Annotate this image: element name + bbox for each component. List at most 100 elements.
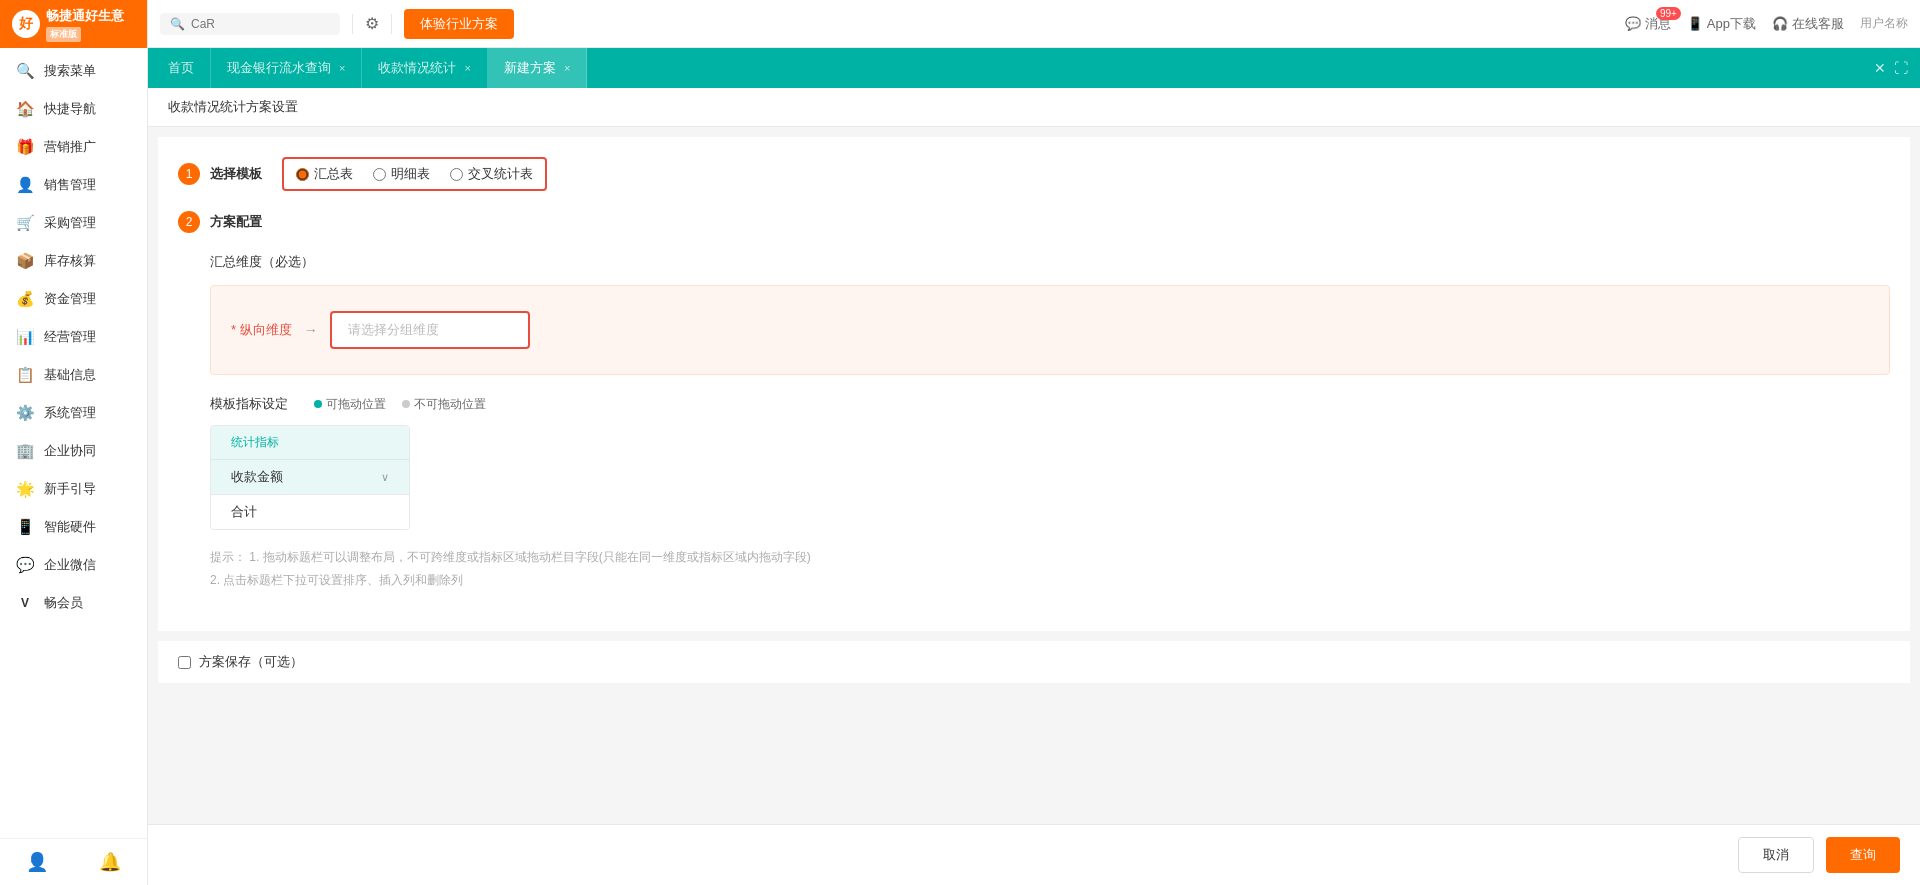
- page-title: 收款情况统计方案设置: [168, 99, 298, 114]
- save-label: 方案保存（可选）: [199, 653, 303, 671]
- edition-badge: 标准版: [46, 27, 81, 42]
- settings-icon[interactable]: ⚙: [365, 14, 379, 33]
- radio-detail-input[interactable]: [373, 168, 386, 181]
- tab-new-plan[interactable]: 新建方案 ×: [488, 48, 587, 88]
- sidebar-bottom-user[interactable]: 👤: [22, 847, 52, 877]
- dimension-section: 汇总维度（必选） * 纵向维度 → 请选择分组维度 模板指标设定: [178, 253, 1890, 611]
- search-box[interactable]: 🔍: [160, 13, 340, 35]
- indicators-section: 模板指标设定 可拖动位置 不可拖动位置 统计指标: [210, 395, 1890, 533]
- config-section: 汇总维度（必选） * 纵向维度 → 请选择分组维度 模板指标设定: [178, 253, 1890, 611]
- tabs-right: ✕ ⛶: [1862, 48, 1920, 88]
- sidebar-item-hardware[interactable]: 📱 智能硬件: [0, 508, 147, 546]
- sidebar-item-system[interactable]: ⚙️ 系统管理: [0, 394, 147, 432]
- query-button[interactable]: 查询: [1826, 837, 1900, 873]
- arrow-icon: →: [304, 322, 318, 338]
- radio-detail[interactable]: 明细表: [373, 165, 430, 183]
- sidebar-item-inventory[interactable]: 📦 库存核算: [0, 242, 147, 280]
- app-download-btn[interactable]: 📱 App下载: [1687, 15, 1756, 33]
- sidebar: 好 畅捷通好生意 标准版 🔍 搜索菜单 🏠 快捷导航 🎁 营销推广 👤 销售管理…: [0, 0, 148, 885]
- step1-label: 选择模板: [210, 165, 262, 183]
- notify-icon: 🔔: [99, 851, 121, 873]
- tips-section: 提示： 1. 拖动标题栏可以调整布局，不可跨维度或指标区域拖动栏目字段(只能在同…: [210, 533, 1890, 611]
- step1-number: 1: [178, 163, 200, 185]
- message-badge[interactable]: 💬 消息 99+: [1625, 15, 1671, 33]
- radio-cross-input[interactable]: [450, 168, 463, 181]
- sidebar-item-label: 营销推广: [44, 138, 96, 156]
- sidebar-item-marketing[interactable]: 🎁 营销推广: [0, 128, 147, 166]
- dimension-title: 汇总维度（必选）: [210, 253, 314, 271]
- sidebar-item-enterprise[interactable]: 🏢 企业协同: [0, 432, 147, 470]
- tab-home[interactable]: 首页: [148, 48, 211, 88]
- sidebar-logo: 好 畅捷通好生意 标准版: [0, 0, 147, 48]
- enterprise-icon: 🏢: [16, 442, 34, 460]
- draggable-legend: 可拖动位置: [314, 396, 386, 413]
- sidebar-item-search-menu[interactable]: 🔍 搜索菜单: [0, 52, 147, 90]
- sidebar-item-label: 资金管理: [44, 290, 96, 308]
- sidebar-item-label: 库存核算: [44, 252, 96, 270]
- industry-btn[interactable]: 体验行业方案: [404, 9, 514, 39]
- sidebar-item-purchase[interactable]: 🛒 采购管理: [0, 204, 147, 242]
- hardware-icon: 📱: [16, 518, 34, 536]
- tab-receipt-stat-label: 收款情况统计: [378, 59, 456, 77]
- form-section: 1 选择模板 汇总表 明细表 交叉统计表: [158, 137, 1910, 631]
- home-icon: 🏠: [16, 100, 34, 118]
- operations-icon: 📊: [16, 328, 34, 346]
- tip-line-1: 提示： 1. 拖动标题栏可以调整布局，不可跨维度或指标区域拖动栏目字段(只能在同…: [210, 549, 1890, 566]
- indicators-grid-header: 统计指标: [211, 426, 409, 459]
- tab-bank-flow[interactable]: 现金银行流水查询 ×: [211, 48, 362, 88]
- radio-cross-label: 交叉统计表: [468, 165, 533, 183]
- save-section: 方案保存（可选）: [158, 641, 1910, 683]
- bottom-bar: 取消 查询: [148, 824, 1920, 885]
- save-checkbox[interactable]: [178, 656, 191, 669]
- service-label: 在线客服: [1792, 15, 1844, 33]
- indicator-chevron-icon[interactable]: ∨: [381, 471, 389, 484]
- funds-icon: 💰: [16, 290, 34, 308]
- sidebar-item-newbie[interactable]: 🌟 新手引导: [0, 470, 147, 508]
- dimension-header: 汇总维度（必选）: [210, 253, 1890, 271]
- draggable-label: 可拖动位置: [326, 396, 386, 413]
- sidebar-item-funds[interactable]: 💰 资金管理: [0, 280, 147, 318]
- username: 用户名称: [1860, 15, 1908, 32]
- sidebar-item-label: 系统管理: [44, 404, 96, 422]
- tab-receipt-stat[interactable]: 收款情况统计 ×: [362, 48, 487, 88]
- topbar: 🔍 ⚙ 体验行业方案 💬 消息 99+ 📱 App下载 🎧 在线客服 用户名称: [148, 0, 1920, 48]
- radio-summary[interactable]: 汇总表: [296, 165, 353, 183]
- sidebar-item-base-info[interactable]: 📋 基础信息: [0, 356, 147, 394]
- inventory-icon: 📦: [16, 252, 34, 270]
- customer-service-btn[interactable]: 🎧 在线客服: [1772, 15, 1844, 33]
- app-download-label: App下载: [1707, 15, 1756, 33]
- tab-receipt-stat-close[interactable]: ×: [464, 62, 470, 74]
- user-avatar-icon: 👤: [26, 851, 48, 873]
- sidebar-bottom-notify[interactable]: 🔔: [95, 847, 125, 877]
- search-input[interactable]: [191, 17, 311, 31]
- close-window-icon[interactable]: ✕: [1874, 60, 1886, 76]
- radio-cross[interactable]: 交叉统计表: [450, 165, 533, 183]
- sidebar-item-label: 搜索菜单: [44, 62, 96, 80]
- sidebar-item-quick-nav[interactable]: 🏠 快捷导航: [0, 90, 147, 128]
- dimension-select[interactable]: 请选择分组维度: [330, 311, 530, 349]
- member-icon: V: [16, 596, 34, 610]
- sidebar-item-operations[interactable]: 📊 经营管理: [0, 318, 147, 356]
- tab-bank-flow-close[interactable]: ×: [339, 62, 345, 74]
- base-info-icon: 📋: [16, 366, 34, 384]
- sidebar-item-sales[interactable]: 👤 销售管理: [0, 166, 147, 204]
- sidebar-item-member[interactable]: V 畅会员: [0, 584, 147, 622]
- sidebar-item-label: 智能硬件: [44, 518, 96, 536]
- non-draggable-legend: 不可拖动位置: [402, 396, 486, 413]
- sidebar-item-label: 基础信息: [44, 366, 96, 384]
- page-header: 收款情况统计方案设置: [148, 88, 1920, 127]
- maximize-icon[interactable]: ⛶: [1894, 60, 1908, 76]
- tab-new-plan-close[interactable]: ×: [564, 62, 570, 74]
- tab-new-plan-label: 新建方案: [504, 59, 556, 77]
- topbar-right: 💬 消息 99+ 📱 App下载 🎧 在线客服 用户名称: [1625, 15, 1908, 33]
- tab-home-label: 首页: [168, 59, 194, 77]
- radio-summary-input[interactable]: [296, 168, 309, 181]
- cancel-button[interactable]: 取消: [1738, 837, 1814, 873]
- sidebar-item-label: 畅会员: [44, 594, 83, 612]
- sidebar-item-label: 企业微信: [44, 556, 96, 574]
- indicator-total: 合计: [211, 494, 409, 529]
- dimension-row: * 纵向维度 → 请选择分组维度: [231, 311, 1869, 349]
- sidebar-item-wechat[interactable]: 💬 企业微信: [0, 546, 147, 584]
- non-drag-dot-icon: [402, 400, 410, 408]
- radio-summary-label: 汇总表: [314, 165, 353, 183]
